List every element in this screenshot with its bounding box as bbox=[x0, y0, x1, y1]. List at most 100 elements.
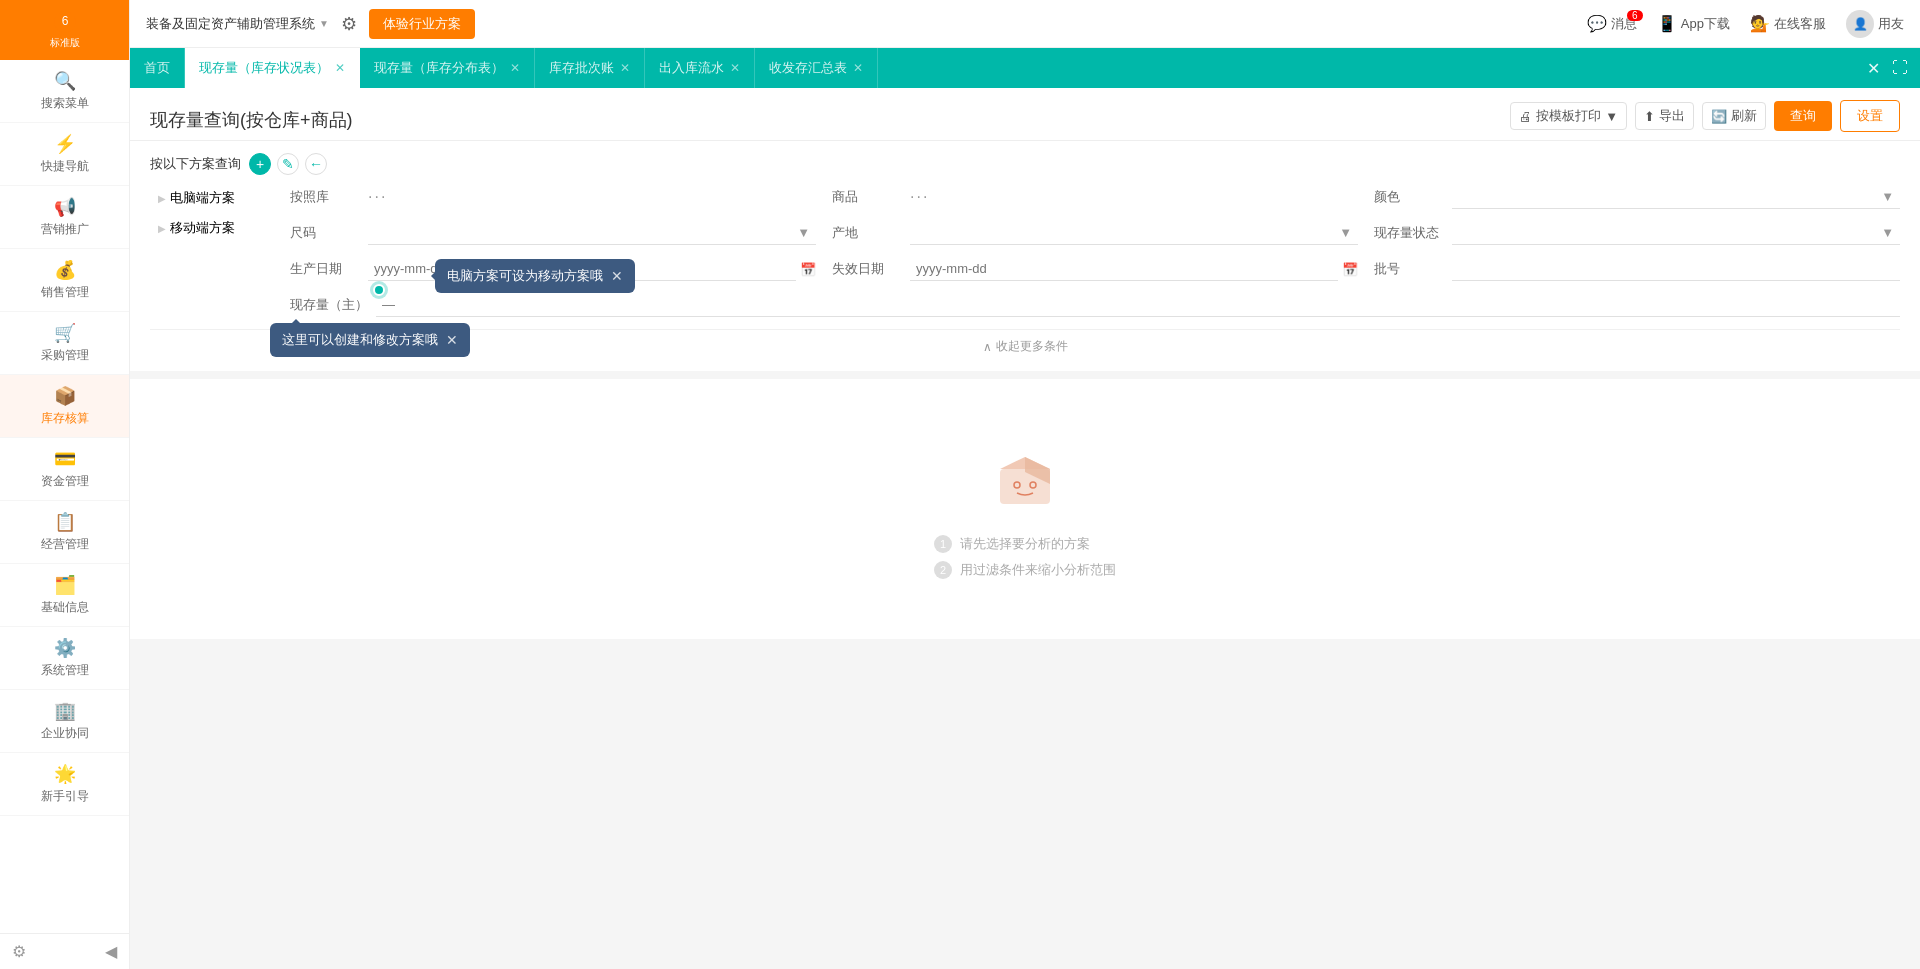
filter-batch-no: 批号 bbox=[1374, 257, 1900, 281]
sidebar-footer: ⚙ ◀ bbox=[0, 933, 129, 969]
tab-in-out-flow[interactable]: 出入库流水 ✕ bbox=[645, 48, 755, 88]
tab-home[interactable]: 首页 bbox=[130, 48, 185, 88]
warehouse-label: 按照库 bbox=[290, 188, 360, 206]
message-action[interactable]: 💬 消息 6 bbox=[1587, 14, 1637, 33]
refresh-icon: 🔄 bbox=[1711, 109, 1727, 124]
sidebar-item-marketing[interactable]: 📢 营销推广 bbox=[0, 186, 129, 249]
print-template-btn[interactable]: 🖨 按模板打印 ▼ bbox=[1510, 102, 1627, 130]
goods-label: 商品 bbox=[832, 188, 902, 206]
collapse-arrow-icon: ∧ bbox=[983, 340, 992, 354]
tab-batch-ledger[interactable]: 库存批次账 ✕ bbox=[535, 48, 645, 88]
add-icon: + bbox=[256, 156, 264, 172]
expire-date-calendar-icon[interactable]: 📅 bbox=[1342, 262, 1358, 277]
prod-date-calendar-icon[interactable]: 📅 bbox=[800, 262, 816, 277]
tab-inventory-status[interactable]: 现存量（库存状况表） ✕ bbox=[185, 48, 360, 88]
filter-rows: 按照库 ··· 商品 ··· 颜色 ▼ bbox=[290, 185, 1900, 317]
sidebar-item-label: 销售管理 bbox=[41, 284, 89, 301]
sidebar-item-quick-nav[interactable]: ⚡ 快捷导航 bbox=[0, 123, 129, 186]
sidebar-item-label: 新手引导 bbox=[41, 788, 89, 805]
tooltip2-text: 这里可以创建和修改方案哦 bbox=[282, 331, 438, 349]
tab-inventory-dist[interactable]: 现存量（库存分布表） ✕ bbox=[360, 48, 535, 88]
system-selector[interactable]: 装备及固定资产辅助管理系统 ▼ bbox=[146, 15, 329, 33]
app-download-action[interactable]: 📱 App下载 bbox=[1657, 14, 1730, 33]
query-button[interactable]: 查询 bbox=[1774, 101, 1832, 131]
tab-batch-ledger-close[interactable]: ✕ bbox=[620, 61, 630, 75]
collapse-sidebar-btn[interactable]: ◀ bbox=[105, 942, 117, 961]
sidebar-item-finance[interactable]: 💳 资金管理 bbox=[0, 438, 129, 501]
stock-status-label: 现存量状态 bbox=[1374, 224, 1444, 242]
refresh-label: 刷新 bbox=[1731, 107, 1757, 125]
online-service-icon: 💁 bbox=[1750, 14, 1770, 33]
sidebar-item-label: 搜索菜单 bbox=[41, 95, 89, 112]
pc-scheme-item[interactable]: ▶ 电脑端方案 bbox=[150, 185, 270, 211]
filter-row-4: 现存量（主） bbox=[290, 293, 1900, 317]
sidebar-item-guide[interactable]: 🌟 新手引导 bbox=[0, 753, 129, 816]
refresh-btn[interactable]: 🔄 刷新 bbox=[1702, 102, 1766, 130]
settings-footer-btn[interactable]: ⚙ bbox=[12, 942, 26, 961]
close-all-tabs-btn[interactable]: ✕ bbox=[1863, 59, 1884, 78]
export-btn[interactable]: ⬆ 导出 bbox=[1635, 102, 1694, 130]
tab-inventory-dist-close[interactable]: ✕ bbox=[510, 61, 520, 75]
warehouse-dots[interactable]: ··· bbox=[368, 188, 387, 206]
back-scheme-btn[interactable]: ← bbox=[305, 153, 327, 175]
sidebar-item-sales[interactable]: 💰 销售管理 bbox=[0, 249, 129, 312]
add-scheme-btn[interactable]: + bbox=[249, 153, 271, 175]
tab-inventory-status-close[interactable]: ✕ bbox=[335, 61, 345, 75]
message-icon: 💬 bbox=[1587, 14, 1607, 33]
color-select[interactable]: ▼ bbox=[1452, 185, 1900, 209]
batch-no-label: 批号 bbox=[1374, 260, 1444, 278]
user-avatar: 👤 bbox=[1846, 10, 1874, 38]
size-select[interactable]: ▼ bbox=[368, 221, 816, 245]
sidebar: 6 标准版 🔍 搜索菜单 ⚡ 快捷导航 📢 营销推广 💰 销售管理 🛒 采购管理… bbox=[0, 0, 130, 969]
stock-qty-min-input[interactable] bbox=[376, 293, 1900, 317]
export-label: 导出 bbox=[1659, 107, 1685, 125]
tab-in-out-flow-close[interactable]: ✕ bbox=[730, 61, 740, 75]
tooltip1-close-btn[interactable]: ✕ bbox=[611, 268, 623, 284]
origin-label: 产地 bbox=[832, 224, 902, 242]
user-action[interactable]: 👤 用友 bbox=[1846, 10, 1904, 38]
tab-in-out-flow-label: 出入库流水 bbox=[659, 59, 724, 77]
origin-select[interactable]: ▼ bbox=[910, 221, 1358, 245]
sidebar-item-label: 系统管理 bbox=[41, 662, 89, 679]
scheme-list: ▶ 电脑端方案 ▶ 移动端方案 按照库 ··· bbox=[150, 185, 1900, 317]
empty-state: 1 请先选择要分析的方案 2 用过滤条件来缩小分析范围 bbox=[130, 379, 1920, 639]
logo-icon: 6 bbox=[47, 10, 83, 34]
sidebar-item-system[interactable]: ⚙️ 系统管理 bbox=[0, 627, 129, 690]
tooltip2-close-btn[interactable]: ✕ bbox=[446, 332, 458, 348]
sidebar-item-enterprise[interactable]: 🏢 企业协同 bbox=[0, 690, 129, 753]
tab-receive-summary[interactable]: 收发存汇总表 ✕ bbox=[755, 48, 878, 88]
tab-receive-summary-close[interactable]: ✕ bbox=[853, 61, 863, 75]
print-label: 按模板打印 bbox=[1536, 107, 1601, 125]
message-badge: 6 bbox=[1627, 10, 1643, 21]
sidebar-item-purchase[interactable]: 🛒 采购管理 bbox=[0, 312, 129, 375]
online-service-label: 在线客服 bbox=[1774, 15, 1826, 33]
edit-scheme-btn[interactable]: ✎ bbox=[277, 153, 299, 175]
mobile-scheme-item[interactable]: ▶ 移动端方案 bbox=[150, 215, 270, 241]
prod-date-label: 生产日期 bbox=[290, 260, 360, 278]
filter-title-row: 按以下方案查询 + ✎ ← bbox=[150, 153, 1900, 175]
header-settings-btn[interactable]: ⚙ bbox=[341, 13, 357, 35]
sidebar-item-label: 基础信息 bbox=[41, 599, 89, 616]
sidebar-item-inventory[interactable]: 📦 库存核算 bbox=[0, 375, 129, 438]
quick-nav-icon: ⚡ bbox=[54, 133, 76, 155]
batch-no-input[interactable] bbox=[1452, 257, 1900, 281]
goods-dots[interactable]: ··· bbox=[910, 188, 929, 206]
sidebar-item-base-info[interactable]: 🗂️ 基础信息 bbox=[0, 564, 129, 627]
size-arrow: ▼ bbox=[797, 225, 810, 240]
print-arrow: ▼ bbox=[1605, 109, 1618, 124]
settings-button[interactable]: 设置 bbox=[1840, 100, 1900, 132]
sidebar-item-operation[interactable]: 📋 经营管理 bbox=[0, 501, 129, 564]
filter-size: 尺码 ▼ bbox=[290, 221, 816, 245]
export-icon: ⬆ bbox=[1644, 109, 1655, 124]
table-area: 1 请先选择要分析的方案 2 用过滤条件来缩小分析范围 bbox=[130, 379, 1920, 639]
back-icon: ← bbox=[309, 156, 323, 172]
guide-icon: 🌟 bbox=[54, 763, 76, 785]
experience-button[interactable]: 体验行业方案 bbox=[369, 9, 475, 39]
expire-date-input[interactable] bbox=[910, 257, 1338, 281]
pc-scheme-label: 电脑端方案 bbox=[170, 189, 235, 207]
online-service-action[interactable]: 💁 在线客服 bbox=[1750, 14, 1826, 33]
sidebar-item-search[interactable]: 🔍 搜索菜单 bbox=[0, 60, 129, 123]
fullscreen-btn[interactable]: ⛶ bbox=[1888, 59, 1912, 77]
system-icon: ⚙️ bbox=[54, 637, 76, 659]
stock-status-select[interactable]: ▼ bbox=[1452, 221, 1900, 245]
